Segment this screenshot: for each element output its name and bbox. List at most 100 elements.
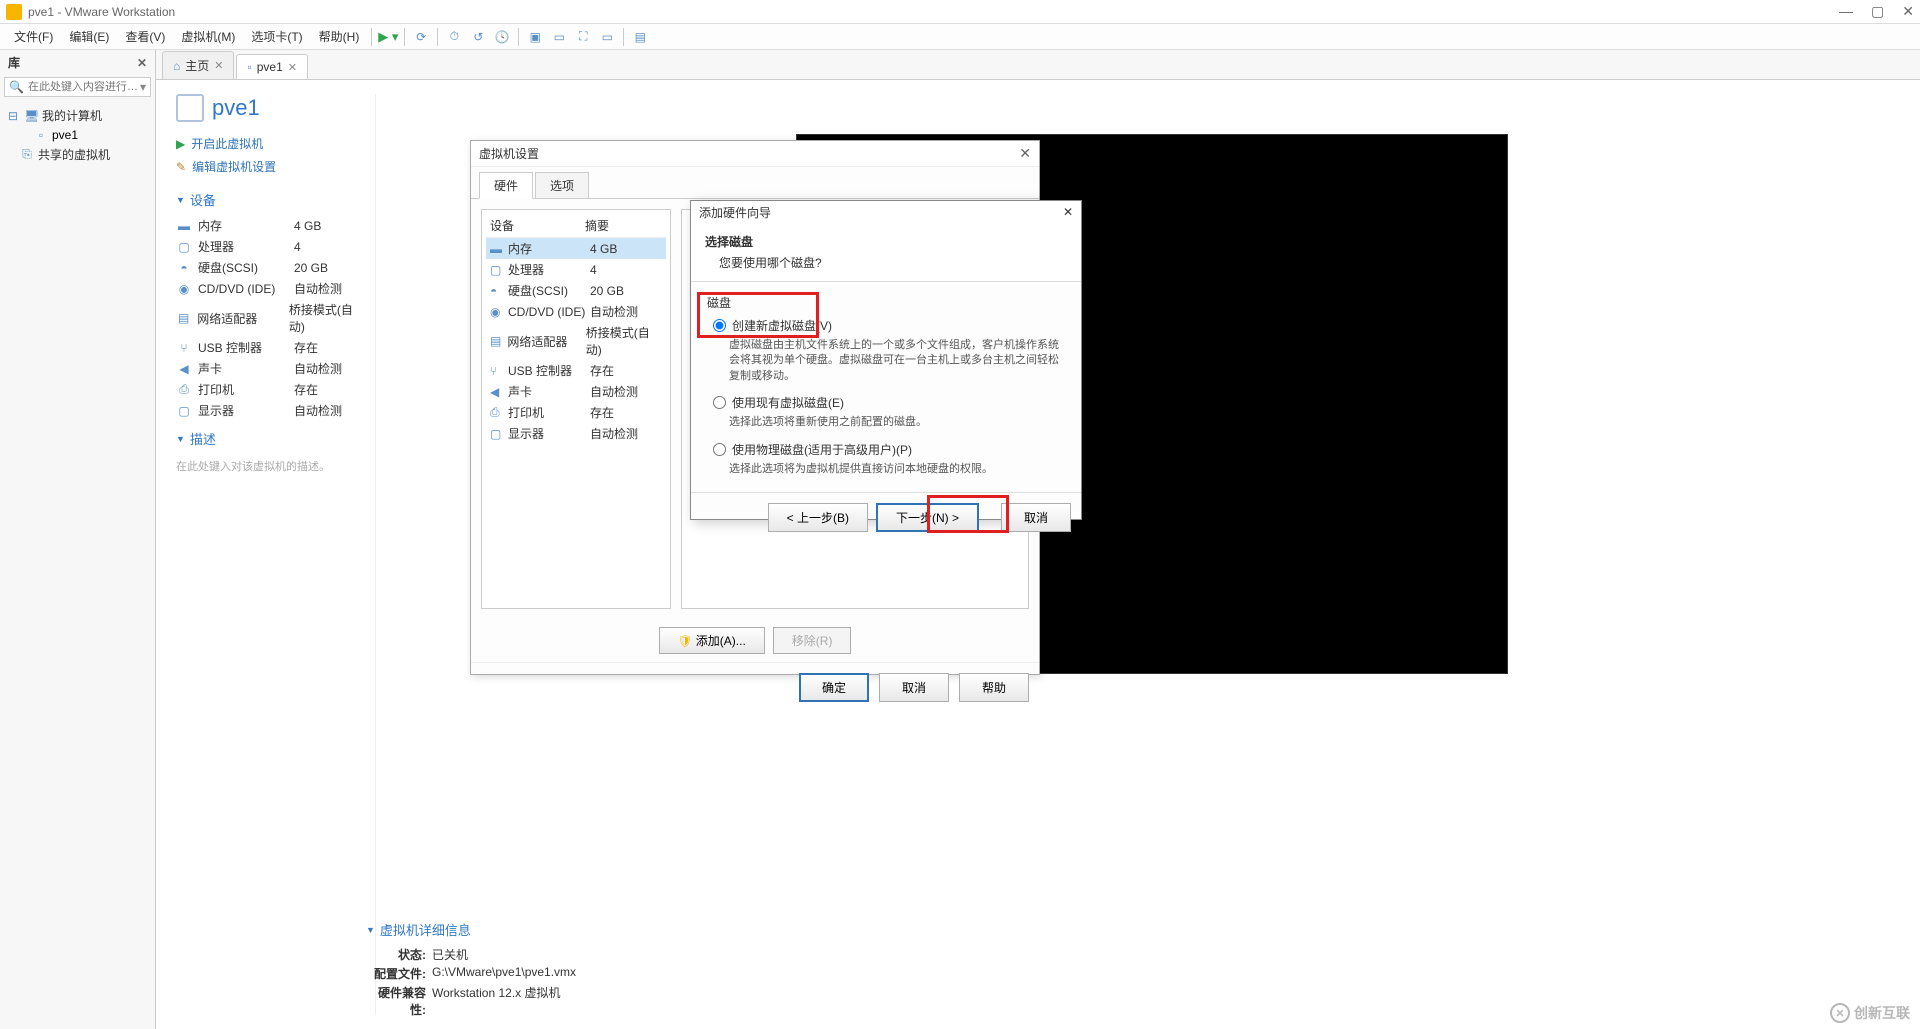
- cancel-button[interactable]: 取消: [879, 673, 949, 702]
- window-title: pve1 - VMware Workstation: [28, 5, 1839, 19]
- hardware-list[interactable]: 设备摘要 ▬内存4 GB ▢处理器4 ◓硬盘(SCSI)20 GB ◉CD/DV…: [481, 209, 671, 609]
- sound-icon: ◀: [176, 362, 192, 376]
- hw-row[interactable]: ▬内存4 GB: [486, 238, 666, 259]
- radio-physical[interactable]: [713, 443, 726, 456]
- watermark-icon: ✕: [1830, 1003, 1850, 1023]
- device-row[interactable]: ⎙打印机存在: [176, 379, 365, 400]
- library-button[interactable]: ▤: [628, 27, 652, 47]
- menubar: 文件(F) 编辑(E) 查看(V) 虚拟机(M) 选项卡(T) 帮助(H) ▶ …: [0, 24, 1920, 50]
- tab-vm[interactable]: ▫ pve1 ✕: [236, 54, 308, 79]
- wizard-option-create[interactable]: 创建新虚拟磁盘(V): [707, 317, 1065, 334]
- device-row[interactable]: ▢处理器4: [176, 236, 365, 257]
- details-header[interactable]: 虚拟机详细信息: [366, 920, 576, 939]
- app-logo-icon: [6, 4, 22, 20]
- desc-placeholder[interactable]: 在此处键入对该虚拟机的描述。: [176, 454, 365, 478]
- edit-icon: ✎: [176, 160, 186, 174]
- stretch-button[interactable]: ⛶: [571, 27, 595, 47]
- printer-icon: ⎙: [176, 382, 192, 397]
- add-button[interactable]: 🛡添加(A)...: [659, 627, 765, 654]
- wizard-close-icon[interactable]: ✕: [1063, 205, 1073, 219]
- dlg-tab-options[interactable]: 选项: [535, 172, 589, 198]
- hw-row[interactable]: ◉CD/DVD (IDE)自动检测: [486, 301, 666, 322]
- wizard-option-physical[interactable]: 使用物理磁盘(适用于高级用户)(P): [707, 441, 1065, 458]
- hw-row[interactable]: ◀声卡自动检测: [486, 381, 666, 402]
- tree-shared-label: 共享的虚拟机: [38, 146, 110, 163]
- devices-header[interactable]: 设备: [176, 190, 365, 209]
- tree-shared[interactable]: ⎘ 共享的虚拟机: [4, 144, 151, 165]
- menu-vm[interactable]: 虚拟机(M): [173, 25, 243, 48]
- hw-row[interactable]: ▤网络适配器桥接模式(自动): [486, 322, 666, 360]
- device-row[interactable]: ▤网络适配器桥接模式(自动): [176, 299, 365, 337]
- hw-row[interactable]: ◓硬盘(SCSI)20 GB: [486, 280, 666, 301]
- workspace-tabs: ⌂ 主页 ✕ ▫ pve1 ✕: [156, 50, 1920, 80]
- device-row[interactable]: ▬内存4 GB: [176, 215, 365, 236]
- tab-vm-close-icon[interactable]: ✕: [288, 61, 297, 74]
- usb-icon: ⑂: [176, 341, 192, 355]
- device-row[interactable]: ▢显示器自动检测: [176, 400, 365, 421]
- watermark: ✕ 创新互联: [1830, 1003, 1910, 1023]
- tree-item-label: pve1: [52, 128, 78, 142]
- search-box[interactable]: 🔍 ▾: [4, 77, 151, 97]
- tab-home-close-icon[interactable]: ✕: [214, 59, 223, 72]
- wizard-opt2-desc: 选择此选项将重新使用之前配置的磁盘。: [729, 415, 1065, 430]
- tree-root[interactable]: ⊟ 🖥 我的计算机: [4, 105, 151, 126]
- menu-file[interactable]: 文件(F): [6, 25, 61, 48]
- menu-edit[interactable]: 编辑(E): [61, 25, 117, 48]
- hw-row[interactable]: ⎙打印机存在: [486, 402, 666, 423]
- device-row[interactable]: ◀声卡自动检测: [176, 358, 365, 379]
- hw-row[interactable]: ⑂USB 控制器存在: [486, 360, 666, 381]
- ok-button[interactable]: 确定: [799, 673, 869, 702]
- radio-existing[interactable]: [713, 396, 726, 409]
- tree-item-pve1[interactable]: ▫ pve1: [32, 126, 151, 144]
- desc-header[interactable]: 描述: [176, 429, 365, 448]
- close-button[interactable]: ✕: [1902, 3, 1914, 20]
- wizard-cancel-button[interactable]: 取消: [1001, 503, 1071, 532]
- suspend-button[interactable]: ⟳: [409, 27, 433, 47]
- wizard-option-existing[interactable]: 使用现有虚拟磁盘(E): [707, 394, 1065, 411]
- maximize-button[interactable]: ▢: [1871, 3, 1884, 20]
- device-row[interactable]: ◓硬盘(SCSI)20 GB: [176, 257, 365, 278]
- hw-row[interactable]: ▢显示器自动检测: [486, 423, 666, 444]
- back-button[interactable]: < 上一步(B): [768, 503, 868, 532]
- menu-help[interactable]: 帮助(H): [311, 25, 368, 48]
- hw-row[interactable]: ▢处理器4: [486, 259, 666, 280]
- menu-tabs[interactable]: 选项卡(T): [243, 25, 310, 48]
- device-row[interactable]: ◉CD/DVD (IDE)自动检测: [176, 278, 365, 299]
- search-icon: 🔍: [9, 80, 24, 94]
- device-row[interactable]: ⑂USB 控制器存在: [176, 337, 365, 358]
- revert-button[interactable]: ↺: [466, 27, 490, 47]
- tab-home[interactable]: ⌂ 主页 ✕: [162, 51, 234, 79]
- dlg-tab-hardware[interactable]: 硬件: [479, 172, 533, 199]
- sidebar-title: 库: [8, 54, 20, 71]
- minimize-button[interactable]: —: [1839, 3, 1853, 20]
- help-button[interactable]: 帮助: [959, 673, 1029, 702]
- display-icon: ▢: [490, 427, 504, 441]
- vm-name: pve1: [212, 95, 260, 121]
- wizard-title: 选择磁盘: [705, 233, 1067, 250]
- cpu-icon: ▢: [490, 263, 504, 277]
- snapshot-mgr-button[interactable]: 🕓: [490, 27, 514, 47]
- power-on-button[interactable]: ▶ ▾: [376, 27, 400, 47]
- action-poweron[interactable]: ▶ 开启此虚拟机: [176, 132, 365, 155]
- wizard-opt1-label: 创建新虚拟磁盘(V): [732, 317, 832, 334]
- dialog-close-icon[interactable]: ✕: [1019, 145, 1031, 162]
- expand-icon[interactable]: ⊟: [6, 109, 20, 123]
- disk-icon: ◓: [490, 284, 504, 298]
- next-button[interactable]: 下一步(N) >: [876, 503, 979, 532]
- state-label: 状态:: [366, 946, 426, 963]
- fullscreen-button[interactable]: ▣: [523, 27, 547, 47]
- dialog-add-hardware-wizard: 添加硬件向导 ✕ 选择磁盘 您要使用哪个磁盘? 磁盘 创建新虚拟磁盘(V) 虚拟…: [690, 200, 1082, 520]
- sidebar-close-icon[interactable]: ✕: [137, 56, 147, 70]
- wizard-opt3-desc: 选择此选项将为虚拟机提供直接访问本地硬盘的权限。: [729, 462, 1065, 477]
- radio-create[interactable]: [713, 319, 726, 332]
- wizard-window-title: 添加硬件向导: [699, 204, 771, 221]
- menu-view[interactable]: 查看(V): [117, 25, 173, 48]
- search-dropdown-icon[interactable]: ▾: [140, 80, 146, 94]
- unity-button[interactable]: ▭: [547, 27, 571, 47]
- computer-icon: 🖥: [24, 109, 38, 123]
- wizard-group-label: 磁盘: [707, 294, 1065, 311]
- console-button[interactable]: ▭: [595, 27, 619, 47]
- search-input[interactable]: [28, 81, 140, 93]
- snapshot-button[interactable]: ⏱: [442, 27, 466, 47]
- action-edit[interactable]: ✎ 编辑虚拟机设置: [176, 155, 365, 178]
